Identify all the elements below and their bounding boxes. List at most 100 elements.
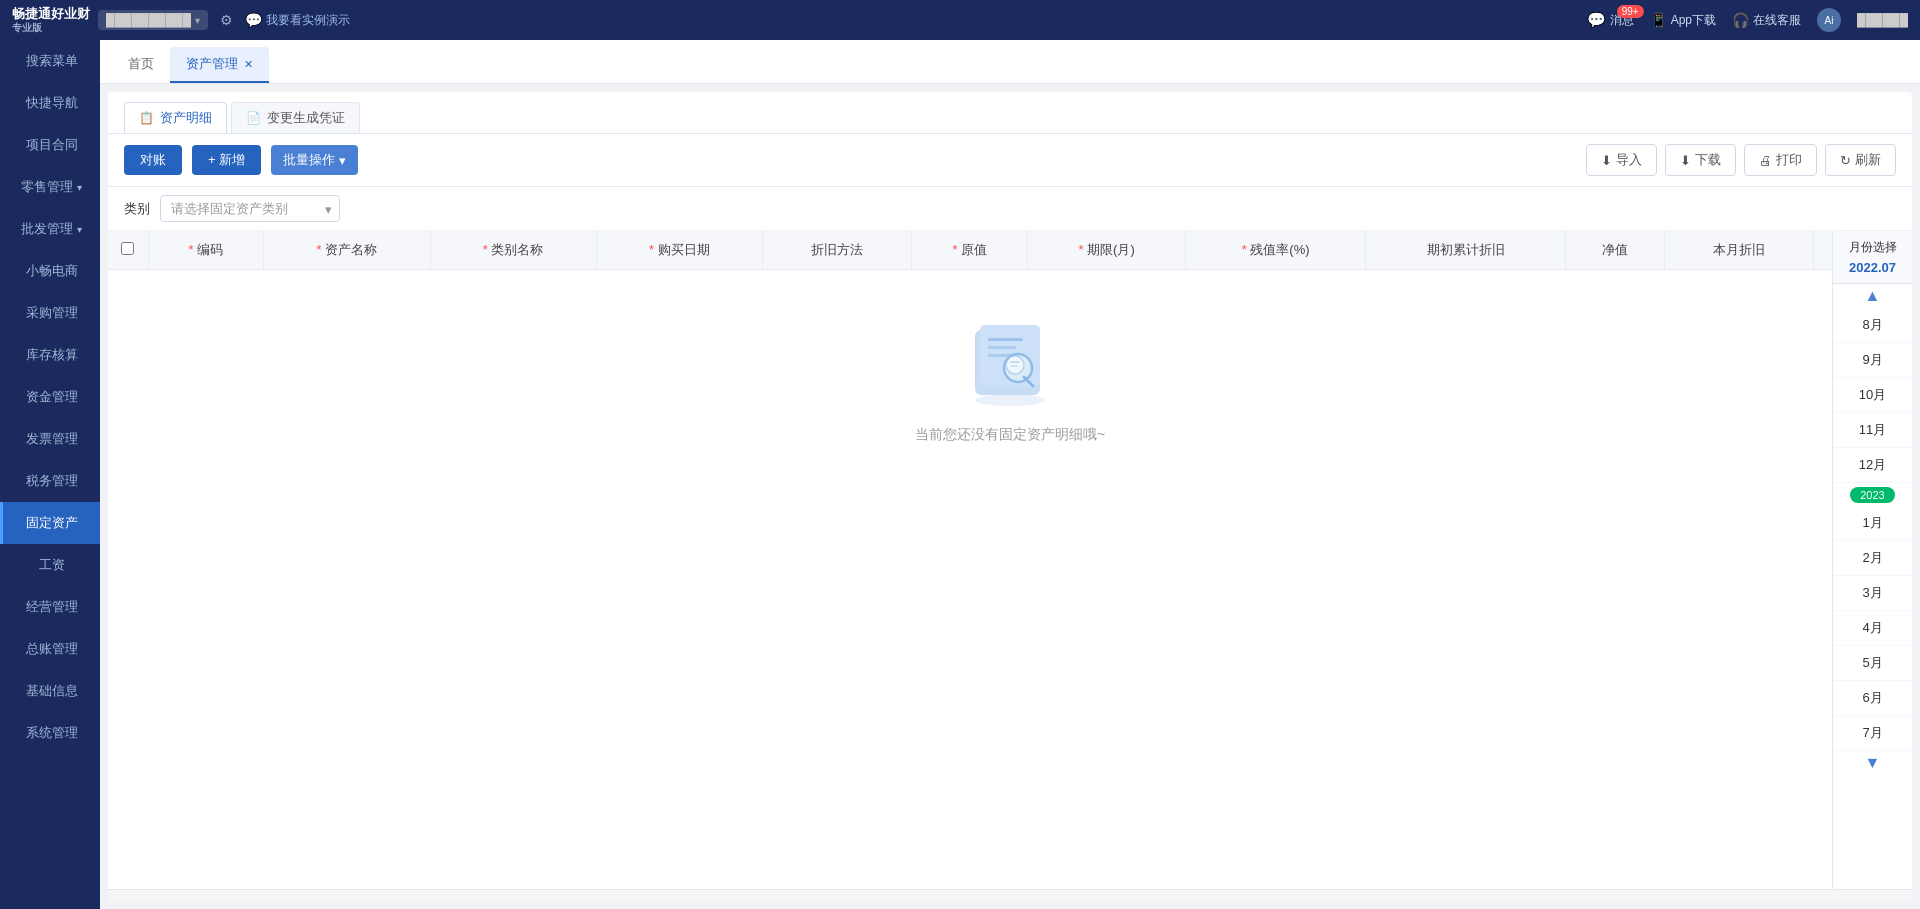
online-service-label: 在线客服 bbox=[1753, 12, 1801, 29]
th-asset-name: 资产名称 bbox=[264, 231, 430, 270]
tab-asset-management[interactable]: 资产管理 ✕ bbox=[170, 47, 269, 83]
month-item-7-2023[interactable]: 7月 bbox=[1833, 716, 1912, 751]
online-service-button[interactable]: 🎧 在线客服 bbox=[1732, 12, 1801, 29]
quick-nav-label: 快捷导航 bbox=[26, 94, 78, 112]
assets-table: 编码 资产名称 类别名称 购买日期 折旧方法 原值 期限(月) 残值率(%) 期… bbox=[108, 231, 1912, 484]
toolbar: 对账 + 新增 批量操作 ▾ ⬇ 导入 ⬇ 下载 bbox=[108, 134, 1912, 187]
sidebar-item-system[interactable]: 系统管理 bbox=[0, 712, 100, 754]
wholesale-chevron-icon: ▾ bbox=[77, 224, 82, 235]
select-all-checkbox[interactable] bbox=[121, 242, 134, 255]
category-filter-label: 类别 bbox=[124, 200, 150, 218]
th-accumulated-depreciation: 期初累计折旧 bbox=[1366, 231, 1566, 270]
tab-home[interactable]: 首页 bbox=[112, 47, 170, 83]
download-button[interactable]: ⬇ 下载 bbox=[1665, 144, 1736, 176]
table-body: 当前您还没有固定资产明细哦~ bbox=[108, 270, 1912, 485]
month-item-9[interactable]: 9月 bbox=[1833, 343, 1912, 378]
sidebar-item-invoice[interactable]: 发票管理 bbox=[0, 418, 100, 460]
sidebar-item-finance[interactable]: 资金管理 bbox=[0, 376, 100, 418]
month-item-2-2023[interactable]: 2月 bbox=[1833, 541, 1912, 576]
import-button[interactable]: ⬇ 导入 bbox=[1586, 144, 1657, 176]
svg-point-7 bbox=[1006, 356, 1024, 374]
tab-close-icon[interactable]: ✕ bbox=[244, 58, 253, 71]
month-nav-down-button[interactable]: ▼ bbox=[1865, 755, 1881, 771]
tax-label: 税务管理 bbox=[26, 472, 78, 490]
avatar-text: Ai bbox=[1825, 15, 1834, 26]
import-label: 导入 bbox=[1616, 151, 1642, 169]
category-filter-select[interactable]: 请选择固定资产类别 bbox=[160, 195, 340, 222]
inner-tab-asset-detail[interactable]: 📋 资产明细 bbox=[124, 102, 227, 133]
sidebar-item-procurement[interactable]: 采购管理 bbox=[0, 292, 100, 334]
inner-tab-bar: 📋 资产明细 📄 变更生成凭证 bbox=[108, 92, 1912, 134]
empty-row: 当前您还没有固定资产明细哦~ bbox=[108, 270, 1912, 485]
sidebar-item-ecommerce[interactable]: 小畅电商 bbox=[0, 250, 100, 292]
batch-button[interactable]: 批量操作 ▾ bbox=[271, 145, 358, 175]
refresh-button[interactable]: ↻ 刷新 bbox=[1825, 144, 1896, 176]
refresh-icon: ↻ bbox=[1840, 153, 1851, 168]
wholesale-label: 批发管理 bbox=[21, 220, 73, 238]
month-item-6-2023[interactable]: 6月 bbox=[1833, 681, 1912, 716]
month-item-4-2023[interactable]: 4月 bbox=[1833, 611, 1912, 646]
download-label: 下载 bbox=[1695, 151, 1721, 169]
month-panel-title: 月份选择 bbox=[1839, 239, 1906, 256]
table-wrapper: 编码 资产名称 类别名称 购买日期 折旧方法 原值 期限(月) 残值率(%) 期… bbox=[108, 231, 1912, 889]
sidebar-item-fixed-assets[interactable]: 固定资产 bbox=[0, 502, 100, 544]
month-item-11[interactable]: 11月 bbox=[1833, 413, 1912, 448]
demo-label: 我要看实例演示 bbox=[266, 12, 350, 29]
table-header-row: 编码 资产名称 类别名称 购买日期 折旧方法 原值 期限(月) 残值率(%) 期… bbox=[108, 231, 1912, 270]
retail-label: 零售管理 bbox=[21, 178, 73, 196]
month-item-12[interactable]: 12月 bbox=[1833, 448, 1912, 483]
month-item-8[interactable]: 8月 bbox=[1833, 308, 1912, 343]
sidebar-item-project[interactable]: 项目合同 bbox=[0, 124, 100, 166]
tab-asset-label: 资产管理 bbox=[186, 55, 238, 73]
month-panel-selected: 2022.07 bbox=[1839, 260, 1906, 275]
ecommerce-label: 小畅电商 bbox=[26, 262, 78, 280]
payroll-label: 工资 bbox=[39, 556, 65, 574]
th-checkbox bbox=[108, 231, 148, 270]
user-name: ██████ bbox=[1857, 13, 1908, 27]
user-avatar[interactable]: Ai bbox=[1817, 8, 1841, 32]
company-selector[interactable]: ██████████ ▾ bbox=[98, 10, 208, 30]
month-item-3-2023[interactable]: 3月 bbox=[1833, 576, 1912, 611]
sidebar-item-retail[interactable]: 零售管理 ▾ bbox=[0, 166, 100, 208]
year-2023-badge: 2023 bbox=[1833, 483, 1912, 506]
sidebar-item-quick-nav[interactable]: 快捷导航 bbox=[0, 82, 100, 124]
sidebar-item-search-menu[interactable]: 搜索菜单 bbox=[0, 40, 100, 82]
year-badge-label: 2023 bbox=[1850, 487, 1894, 503]
settings-button[interactable]: ⚙ bbox=[216, 8, 237, 32]
th-purchase-date: 购买日期 bbox=[596, 231, 762, 270]
sidebar-item-payroll[interactable]: 工资 bbox=[0, 544, 100, 586]
content-area: 首页 资产管理 ✕ 📋 资产明细 📄 变更生成凭证 bbox=[100, 40, 1920, 909]
sidebar-item-business[interactable]: 经营管理 bbox=[0, 586, 100, 628]
inner-tab-change-voucher-label: 变更生成凭证 bbox=[267, 109, 345, 127]
batch-label: 批量操作 bbox=[283, 151, 335, 169]
sidebar-item-inventory[interactable]: 库存核算 bbox=[0, 334, 100, 376]
th-residual-rate: 残值率(%) bbox=[1186, 231, 1366, 270]
month-item-5-2023[interactable]: 5月 bbox=[1833, 646, 1912, 681]
inner-tab-change-voucher[interactable]: 📄 变更生成凭证 bbox=[231, 102, 360, 133]
system-label: 系统管理 bbox=[26, 724, 78, 742]
sidebar-item-tax[interactable]: 税务管理 bbox=[0, 460, 100, 502]
svg-rect-3 bbox=[988, 338, 1023, 341]
month-nav-up-button[interactable]: ▲ bbox=[1865, 288, 1881, 304]
month-panel-header: 月份选择 2022.07 bbox=[1833, 231, 1912, 284]
page-content: 📋 资产明细 📄 变更生成凭证 对账 + 新增 批量操作 ▾ bbox=[108, 92, 1912, 901]
app-download-button[interactable]: 📱 App下载 bbox=[1650, 12, 1716, 29]
app-logo: 畅捷通好业财 专业版 bbox=[12, 6, 90, 34]
messages-button[interactable]: 💬 消息 99+ bbox=[1587, 11, 1634, 29]
finance-label: 资金管理 bbox=[26, 388, 78, 406]
add-button[interactable]: + 新增 bbox=[192, 145, 261, 175]
sidebar-item-wholesale[interactable]: 批发管理 ▾ bbox=[0, 208, 100, 250]
asset-detail-icon: 📋 bbox=[139, 111, 154, 125]
th-original-value: 原值 bbox=[912, 231, 1028, 270]
th-period-months: 期限(月) bbox=[1028, 231, 1186, 270]
demo-link[interactable]: 💬 我要看实例演示 bbox=[245, 12, 350, 29]
reconcile-button[interactable]: 对账 bbox=[124, 145, 182, 175]
sidebar-item-ledger[interactable]: 总账管理 bbox=[0, 628, 100, 670]
print-button[interactable]: 🖨 打印 bbox=[1744, 144, 1817, 176]
project-label: 项目合同 bbox=[26, 136, 78, 154]
month-item-1-2023[interactable]: 1月 bbox=[1833, 506, 1912, 541]
month-item-10[interactable]: 10月 bbox=[1833, 378, 1912, 413]
month-panel-nav-down: ▼ bbox=[1833, 751, 1912, 775]
horizontal-scrollbar[interactable] bbox=[108, 889, 1912, 901]
sidebar-item-basic-info[interactable]: 基础信息 bbox=[0, 670, 100, 712]
